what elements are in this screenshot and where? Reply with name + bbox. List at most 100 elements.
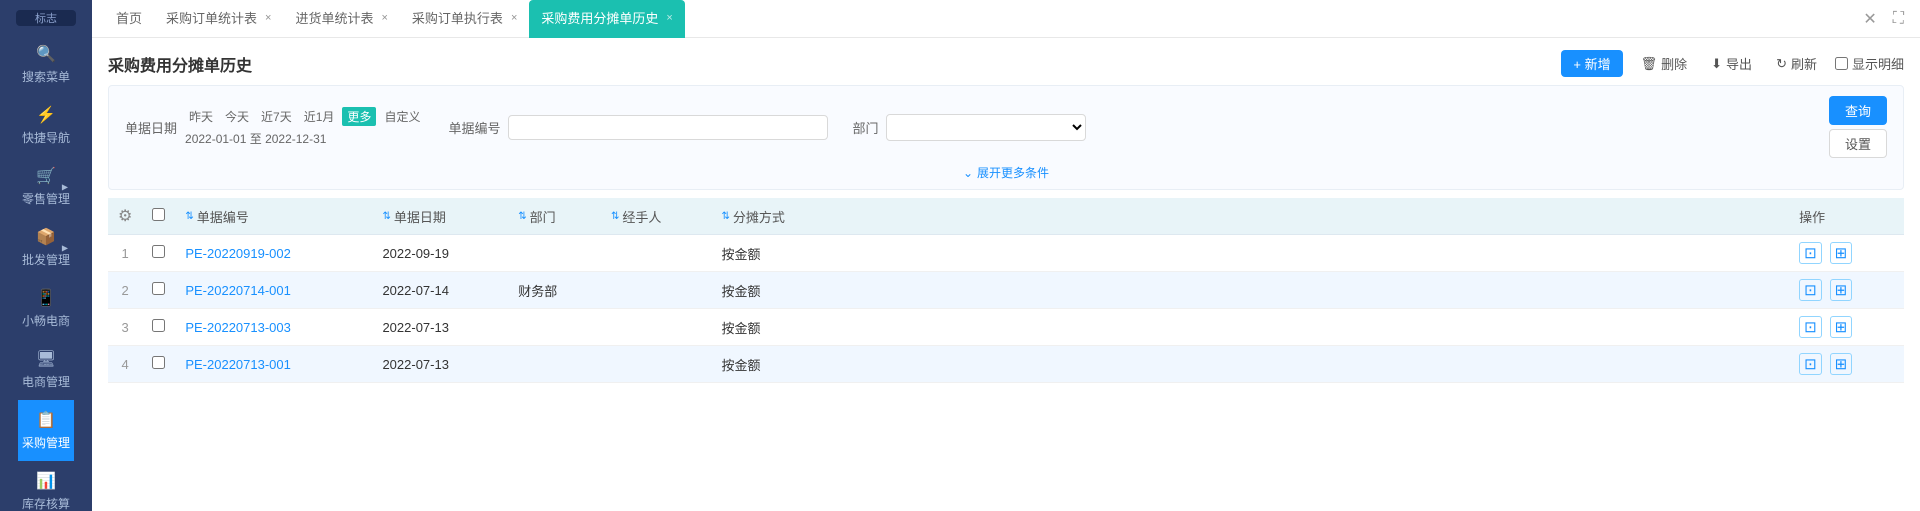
toolbar: + 新增 🗑 删除 ⬇ 导出 ↻ 刷新 显示明细 bbox=[1561, 50, 1904, 77]
export-icon: ⬇ bbox=[1711, 56, 1722, 72]
sidebar-item-label: 库存核算 bbox=[22, 495, 70, 511]
select-all-checkbox[interactable] bbox=[152, 208, 165, 221]
doc-no-link-3[interactable]: PE-20220713-001 bbox=[185, 357, 291, 372]
filter-expand-row: ⌄ 展开更多条件 bbox=[125, 164, 1887, 181]
doc-no-link-2[interactable]: PE-20220713-003 bbox=[185, 320, 291, 335]
search-actions: 查询 设置 bbox=[1829, 96, 1887, 158]
row-doc-date-2: 2022-07-13 bbox=[372, 309, 508, 346]
tab-close-icon[interactable]: × bbox=[511, 12, 517, 24]
shortcut-more[interactable]: 更多 bbox=[342, 107, 376, 126]
dept-filter: 部门 财务部 bbox=[852, 114, 1086, 141]
shortcut-7days[interactable]: 近7天 bbox=[257, 107, 296, 126]
purchase-icon: 📋 bbox=[36, 410, 56, 430]
tab-bar: 首页采购订单统计表×进货单统计表×采购订单执行表×采购费用分摊单历史× ✕ ⛶ bbox=[92, 0, 1920, 38]
th-doc-no[interactable]: ⇅ 单据编号 bbox=[175, 198, 372, 235]
shortcut-today[interactable]: 今天 bbox=[221, 107, 253, 126]
table-area: ⚙ ⇅ 单据编号 ⇅ bbox=[92, 198, 1920, 511]
delete-button[interactable]: 🗑 删除 bbox=[1635, 50, 1694, 77]
sidebar-item-search[interactable]: 🔍搜索菜单 bbox=[18, 34, 74, 95]
dept-select[interactable]: 财务部 bbox=[886, 114, 1086, 141]
th-doc-date[interactable]: ⇅ 单据日期 bbox=[372, 198, 508, 235]
row-handler-1 bbox=[601, 272, 712, 309]
tab-close-icon[interactable]: × bbox=[265, 12, 271, 24]
row-action-1: ⊡ ⊞ bbox=[1789, 272, 1904, 309]
sidebar-item-wholesale[interactable]: 📦批发管理 bbox=[18, 217, 74, 278]
refresh-icon: ↻ bbox=[1776, 56, 1787, 72]
maximize-button[interactable]: ⛶ bbox=[1889, 8, 1908, 30]
shortcut-custom[interactable]: 自定义 bbox=[380, 107, 424, 126]
row-check-1 bbox=[142, 272, 175, 309]
sidebar-item-inventory[interactable]: 📊库存核算 bbox=[18, 461, 74, 511]
sidebar-item-label: 快捷导航 bbox=[22, 129, 70, 146]
view-icon-0[interactable]: ⊡ bbox=[1799, 242, 1822, 264]
sort-icon-split: ⇅ bbox=[722, 211, 730, 222]
edit-icon-0[interactable]: ⊞ bbox=[1830, 242, 1853, 264]
data-table: ⚙ ⇅ 单据编号 ⇅ bbox=[108, 198, 1904, 383]
view-icon-3[interactable]: ⊡ bbox=[1799, 353, 1822, 375]
tab-purchase-fee-history[interactable]: 采购费用分摊单历史× bbox=[529, 0, 684, 38]
show-merge-checkbox-input[interactable] bbox=[1835, 57, 1848, 70]
sidebar-item-quick-nav[interactable]: ⚡快捷导航 bbox=[18, 95, 74, 156]
content-area: 采购费用分摊单历史 + 新增 🗑 删除 ⬇ 导出 ↻ 刷新 显示明细 bbox=[92, 38, 1920, 511]
th-dept[interactable]: ⇅ 部门 bbox=[508, 198, 601, 235]
doc-no-label: 单据编号 bbox=[448, 118, 500, 137]
row-doc-date-0: 2022-09-19 bbox=[372, 235, 508, 272]
expand-filter-button[interactable]: ⌄ 展开更多条件 bbox=[963, 164, 1049, 181]
row-checkbox-0[interactable] bbox=[152, 245, 165, 258]
sidebar-item-label: 零售管理 bbox=[22, 190, 70, 207]
export-button[interactable]: ⬇ 导出 bbox=[1705, 50, 1758, 77]
row-checkbox-3[interactable] bbox=[152, 356, 165, 369]
th-action: 操作 bbox=[1789, 198, 1904, 235]
edit-icon-3[interactable]: ⊞ bbox=[1830, 353, 1853, 375]
row-doc-no-2: PE-20220713-003 bbox=[175, 309, 372, 346]
row-doc-no-1: PE-20220714-001 bbox=[175, 272, 372, 309]
doc-no-filter: 单据编号 bbox=[448, 115, 828, 140]
setting-button[interactable]: 设置 bbox=[1829, 129, 1887, 158]
date-range-display: 2022-01-01 至 2022-12-31 bbox=[185, 130, 424, 147]
view-icon-2[interactable]: ⊡ bbox=[1799, 316, 1822, 338]
refresh-button[interactable]: ↻ 刷新 bbox=[1770, 50, 1823, 77]
add-button[interactable]: + 新增 bbox=[1561, 50, 1622, 77]
th-split-method[interactable]: ⇅ 分摊方式 bbox=[712, 198, 1790, 235]
row-doc-no-0: PE-20220919-002 bbox=[175, 235, 372, 272]
doc-no-link-1[interactable]: PE-20220714-001 bbox=[185, 283, 291, 298]
sidebar-item-purchase[interactable]: 📋采购管理 bbox=[18, 400, 74, 461]
tab-purchase-order-exec[interactable]: 采购订单执行表× bbox=[400, 0, 529, 38]
row-num-2: 3 bbox=[108, 309, 142, 346]
sort-icon-dept: ⇅ bbox=[518, 211, 526, 222]
row-dept-3 bbox=[508, 346, 601, 383]
sidebar-item-retail[interactable]: 🛒零售管理 bbox=[18, 156, 74, 217]
tab-purchase-order-stats[interactable]: 采购订单统计表× bbox=[154, 0, 283, 38]
table-header-row: ⚙ ⇅ 单据编号 ⇅ bbox=[108, 198, 1904, 235]
page-header: 采购费用分摊单历史 + 新增 🗑 删除 ⬇ 导出 ↻ 刷新 显示明细 bbox=[92, 38, 1920, 85]
view-icon-1[interactable]: ⊡ bbox=[1799, 279, 1822, 301]
th-settings[interactable]: ⚙ bbox=[108, 198, 142, 235]
shortcut-1month[interactable]: 近1月 bbox=[300, 107, 339, 126]
row-dept-1: 财务部 bbox=[508, 272, 601, 309]
tab-home[interactable]: 首页 bbox=[104, 0, 154, 38]
sidebar-item-label: 批发管理 bbox=[22, 251, 70, 268]
doc-no-link-0[interactable]: PE-20220919-002 bbox=[185, 246, 291, 261]
row-doc-date-1: 2022-07-14 bbox=[372, 272, 508, 309]
shortcut-yesterday[interactable]: 昨天 bbox=[185, 107, 217, 126]
edit-icon-2[interactable]: ⊞ bbox=[1830, 316, 1853, 338]
filter-area: 单据日期 昨天 今天 近7天 近1月 更多 自定义 2022-01-01 至 2… bbox=[108, 85, 1904, 190]
sidebar-item-label: 电商管理 bbox=[22, 373, 70, 390]
row-handler-2 bbox=[601, 309, 712, 346]
tab-close-icon[interactable]: × bbox=[381, 12, 387, 24]
edit-icon-1[interactable]: ⊞ bbox=[1830, 279, 1853, 301]
tab-close-icon[interactable]: × bbox=[666, 12, 672, 24]
close-all-tabs-button[interactable]: ✕ bbox=[1859, 7, 1880, 31]
doc-no-input[interactable] bbox=[508, 115, 828, 140]
settings-gear-icon[interactable]: ⚙ bbox=[118, 208, 132, 225]
search-button[interactable]: 查询 bbox=[1829, 96, 1887, 125]
show-merge-checkbox[interactable]: 显示明细 bbox=[1835, 54, 1904, 73]
row-checkbox-1[interactable] bbox=[152, 282, 165, 295]
tab-inbound-stats[interactable]: 进货单统计表× bbox=[283, 0, 399, 38]
sidebar-item-mini-shop[interactable]: 📱小畅电商 bbox=[18, 278, 74, 339]
row-action-3: ⊡ ⊞ bbox=[1789, 346, 1904, 383]
th-handler[interactable]: ⇅ 经手人 bbox=[601, 198, 712, 235]
sidebar-item-ecommerce[interactable]: 🖥电商管理 bbox=[18, 339, 74, 400]
tab-label: 首页 bbox=[116, 8, 142, 27]
row-checkbox-2[interactable] bbox=[152, 319, 165, 332]
